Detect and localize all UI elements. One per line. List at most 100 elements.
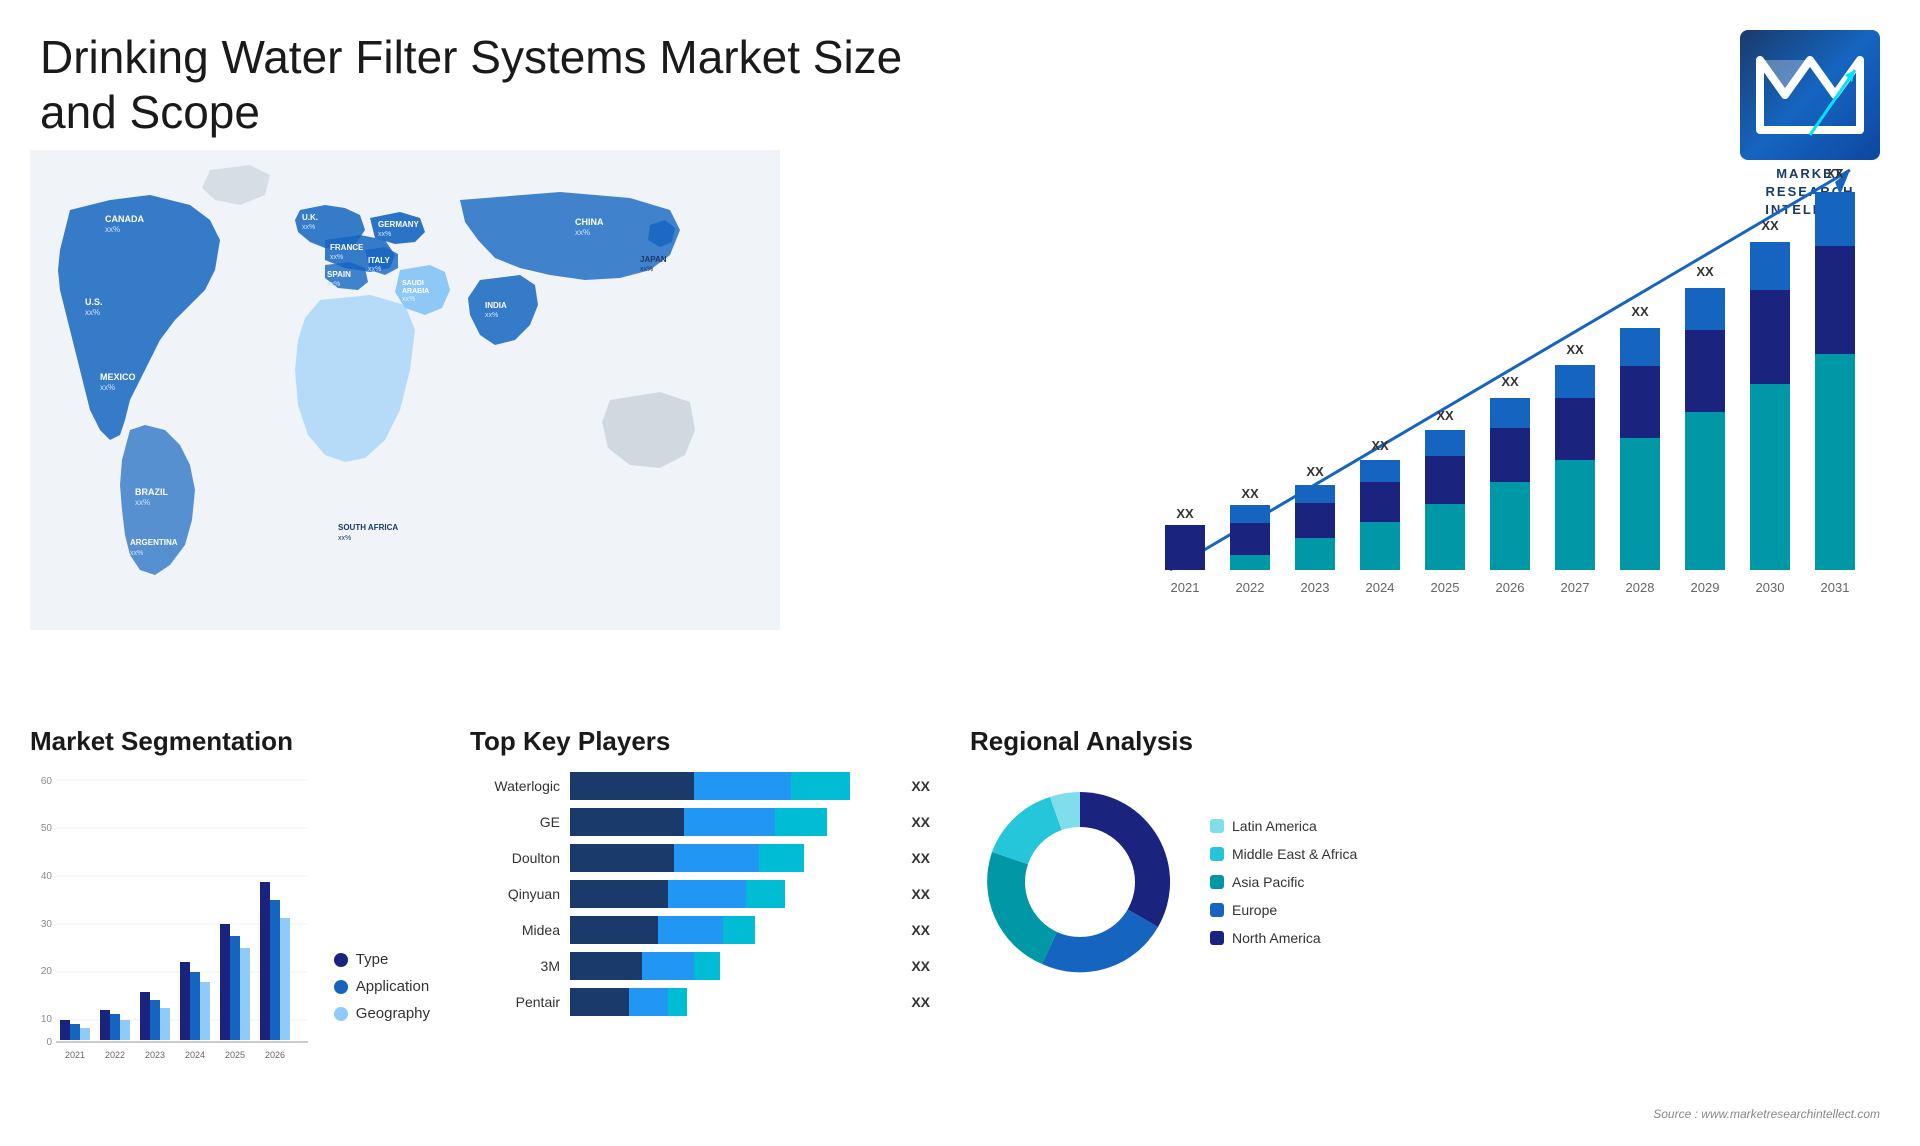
bar-dark xyxy=(570,988,629,1016)
legend-dot-type xyxy=(334,953,348,967)
player-name: Waterlogic xyxy=(470,778,560,794)
svg-text:50: 50 xyxy=(41,823,53,834)
svg-text:40: 40 xyxy=(41,871,53,882)
svg-text:2029: 2029 xyxy=(1691,580,1720,595)
player-name: Pentair xyxy=(470,994,560,1010)
regional-legend: Latin America Middle East & Africa Asia … xyxy=(1210,818,1357,946)
svg-text:SAUDI: SAUDI xyxy=(402,280,424,287)
player-value: XX xyxy=(911,850,930,866)
reg-legend-item-europe: Europe xyxy=(1210,902,1357,918)
world-map: CANADA xx% U.S. xx% MEXICO xx% BRAZIL xx… xyxy=(30,150,780,630)
player-row: Qinyuan XX xyxy=(470,880,930,908)
player-value: XX xyxy=(911,778,930,794)
reg-dot-latin xyxy=(1210,819,1224,833)
legend-label-geography: Geography xyxy=(356,1005,430,1022)
players-section: Top Key Players Waterlogic XX GE XX xyxy=(470,726,930,1126)
players-title: Top Key Players xyxy=(470,726,930,757)
svg-text:SPAIN: SPAIN xyxy=(327,270,351,279)
svg-text:2026: 2026 xyxy=(265,1050,285,1060)
bar-light xyxy=(759,844,805,872)
svg-text:ARABIA: ARABIA xyxy=(402,288,429,295)
svg-text:xx%: xx% xyxy=(640,266,653,273)
bar-dark xyxy=(570,880,668,908)
svg-text:2025: 2025 xyxy=(225,1050,245,1060)
reg-dot-apac xyxy=(1210,875,1224,889)
svg-text:BRAZIL: BRAZIL xyxy=(135,487,168,497)
player-row: 3M XX xyxy=(470,952,930,980)
svg-text:U.K.: U.K. xyxy=(302,213,318,222)
svg-text:U.S.: U.S. xyxy=(85,297,103,307)
growth-bar-chart: XX 2021 XX 2022 XX 2023 XX 2024 XX xyxy=(1110,130,1890,630)
player-row: Midea XX xyxy=(470,916,930,944)
reg-legend-item-mea: Middle East & Africa xyxy=(1210,846,1357,862)
svg-text:CHINA: CHINA xyxy=(575,217,604,227)
legend-dot-application xyxy=(334,980,348,994)
player-row: GE XX xyxy=(470,808,930,836)
bar-light xyxy=(791,772,850,800)
svg-text:xx%: xx% xyxy=(378,231,391,238)
svg-text:XX: XX xyxy=(1241,486,1259,501)
world-map-svg: CANADA xx% U.S. xx% MEXICO xx% BRAZIL xx… xyxy=(30,150,780,630)
seg-chart-wrapper: 60 50 40 30 20 10 0 xyxy=(30,772,430,1052)
bar-light xyxy=(775,808,827,836)
player-bar-container xyxy=(570,880,895,908)
svg-text:60: 60 xyxy=(41,776,53,787)
bar-dark xyxy=(570,844,674,872)
svg-text:xx%: xx% xyxy=(100,383,115,392)
svg-text:FRANCE: FRANCE xyxy=(330,243,364,252)
svg-text:20: 20 xyxy=(41,966,53,977)
svg-text:xx%: xx% xyxy=(302,224,315,231)
player-bar-container xyxy=(570,988,895,1016)
legend-label-type: Type xyxy=(356,951,389,968)
regional-title: Regional Analysis xyxy=(970,726,1890,757)
svg-text:GERMANY: GERMANY xyxy=(378,220,420,229)
reg-legend-item-apac: Asia Pacific xyxy=(1210,874,1357,890)
svg-text:xx%: xx% xyxy=(135,498,150,507)
reg-legend-item-latin: Latin America xyxy=(1210,818,1357,834)
svg-text:2028: 2028 xyxy=(1626,580,1655,595)
svg-text:xx%: xx% xyxy=(327,281,340,288)
reg-label-na: North America xyxy=(1232,930,1321,946)
legend-label-application: Application xyxy=(356,978,429,995)
player-name: Qinyuan xyxy=(470,886,560,902)
svg-text:2022: 2022 xyxy=(105,1050,125,1060)
svg-text:xx%: xx% xyxy=(85,308,100,317)
player-bar-container xyxy=(570,916,895,944)
svg-text:MEXICO: MEXICO xyxy=(100,372,136,382)
reg-legend-item-na: North America xyxy=(1210,930,1357,946)
bar-dark xyxy=(570,916,658,944)
svg-text:2031: 2031 xyxy=(1821,580,1850,595)
player-bar-container xyxy=(570,952,895,980)
segmentation-title: Market Segmentation xyxy=(30,726,430,757)
page-title: Drinking Water Filter Systems Market Siz… xyxy=(40,30,940,140)
bar-mid xyxy=(674,844,759,872)
seg-bars: 60 50 40 30 20 10 0 xyxy=(30,772,314,1052)
segment-section: Market Segmentation 60 50 40 30 20 10 0 xyxy=(30,726,430,1126)
reg-dot-mea xyxy=(1210,847,1224,861)
svg-text:2024: 2024 xyxy=(185,1050,205,1060)
bar-mid xyxy=(694,772,792,800)
bar-dark xyxy=(570,952,642,980)
svg-text:JAPAN: JAPAN xyxy=(640,255,667,264)
svg-text:xx%: xx% xyxy=(130,550,143,557)
svg-text:CANADA: CANADA xyxy=(105,214,144,224)
legend-dot-geography xyxy=(334,1007,348,1021)
svg-text:XX: XX xyxy=(1176,506,1194,521)
legend-item-type: Type xyxy=(334,951,430,968)
svg-text:XX: XX xyxy=(1761,218,1779,233)
player-name: 3M xyxy=(470,958,560,974)
player-row: Waterlogic XX xyxy=(470,772,930,800)
reg-dot-europe xyxy=(1210,903,1224,917)
svg-text:30: 30 xyxy=(41,919,53,930)
svg-text:XX: XX xyxy=(1371,438,1389,453)
svg-text:xx%: xx% xyxy=(105,225,120,234)
player-name: Doulton xyxy=(470,850,560,866)
source-line: Source : www.marketresearchintellect.com xyxy=(1653,1107,1880,1121)
svg-text:XX: XX xyxy=(1436,408,1454,423)
svg-text:2021: 2021 xyxy=(65,1050,85,1060)
reg-dot-na xyxy=(1210,931,1224,945)
player-list: Waterlogic XX GE XX Doulton xyxy=(470,772,930,1016)
map-section: CANADA xx% U.S. xx% MEXICO xx% BRAZIL xx… xyxy=(30,150,780,630)
svg-text:2025: 2025 xyxy=(1431,580,1460,595)
svg-text:XX: XX xyxy=(1826,166,1844,181)
